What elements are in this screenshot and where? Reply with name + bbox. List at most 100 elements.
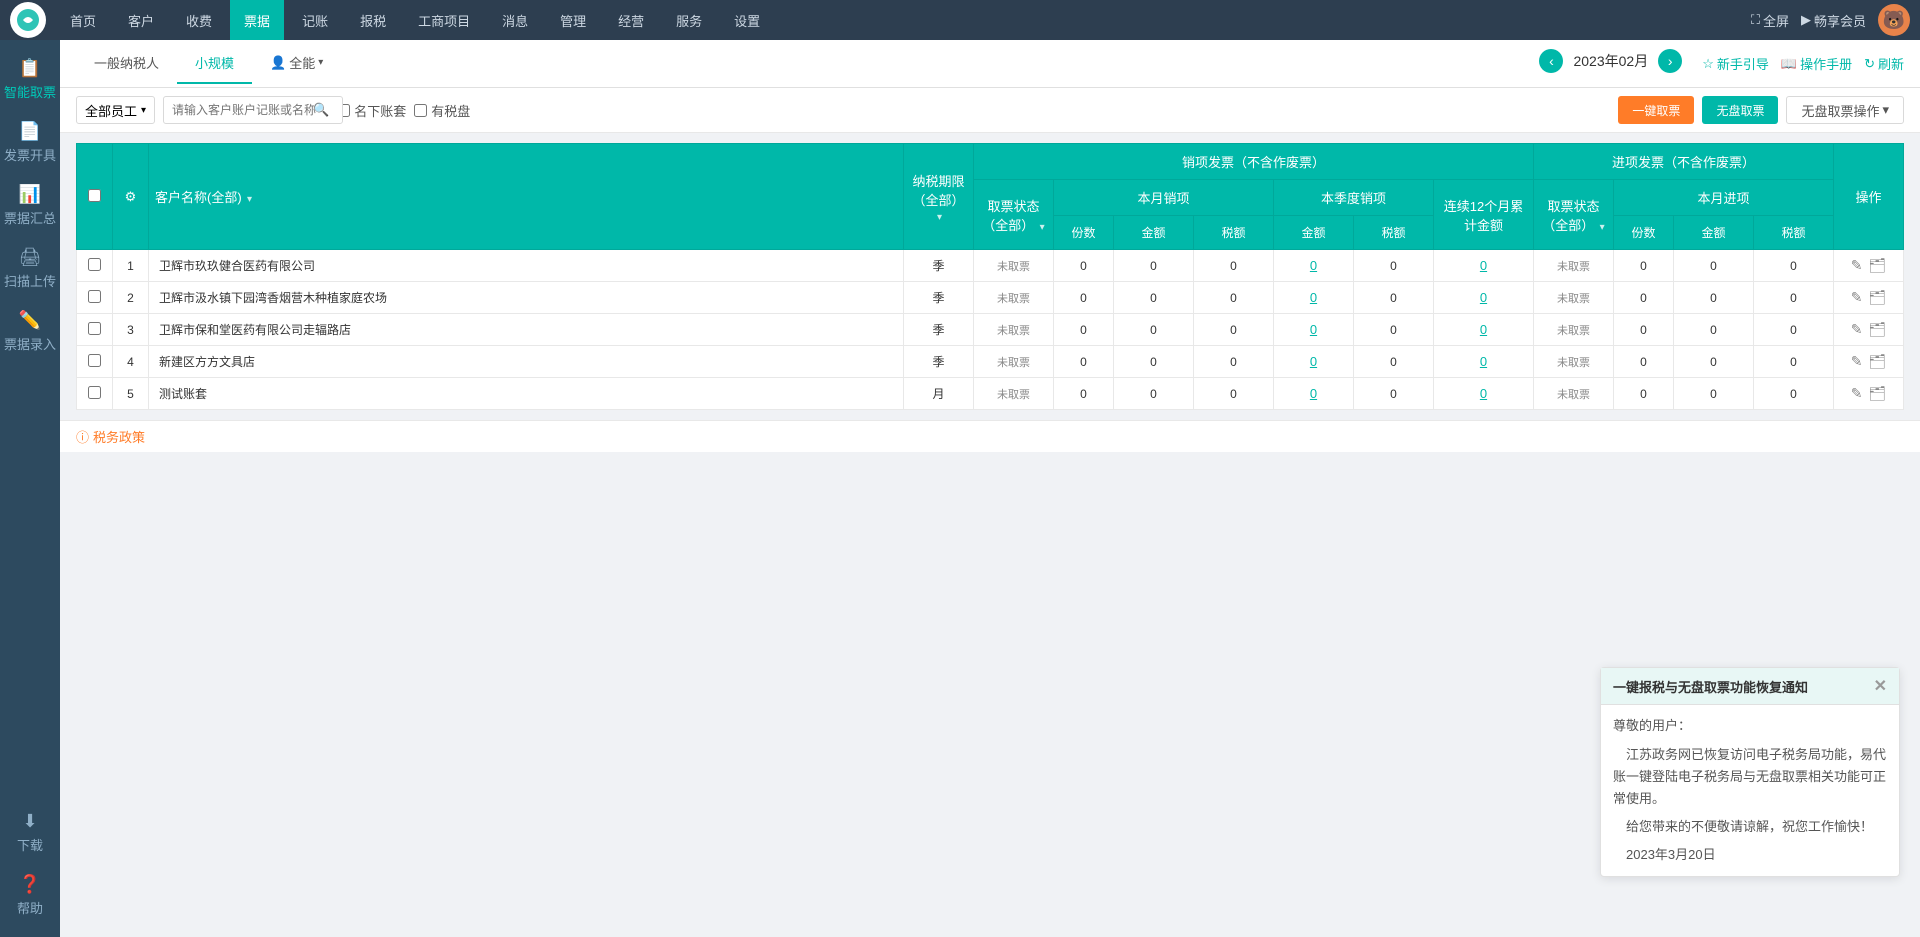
select-all-checkbox[interactable] [88, 189, 101, 202]
employee-filter[interactable]: 全部员工 ▾ [76, 96, 155, 124]
notification-header: 一键报税与无盘取票功能恢复通知 ✕ [1601, 668, 1899, 705]
view-icon[interactable]: 🗂 [1868, 385, 1886, 402]
th-name-filter[interactable]: ▾ [247, 194, 252, 205]
info-icon: ⓘ [76, 427, 89, 446]
row-action: ✎ 🗂 [1834, 314, 1904, 346]
row-name: 卫辉市玖玖健合医药有限公司 [149, 250, 904, 282]
nav-bookkeeping[interactable]: 记账 [288, 0, 342, 40]
row-purchase-monthly-num: 0 [1614, 250, 1674, 282]
sidebar-download[interactable]: ⬇ 下载 [17, 801, 43, 864]
row-action: ✎ 🗂 [1834, 282, 1904, 314]
row-sales-qtr-tax: 0 [1354, 282, 1434, 314]
nav-customer[interactable]: 客户 [114, 0, 168, 40]
row-sales-status: 未取票 [974, 346, 1054, 378]
tax-policy-link[interactable]: ⓘ 税务政策 [76, 427, 145, 446]
vip-btn[interactable]: ▶ 畅享会员 [1801, 11, 1866, 30]
edit-icon[interactable]: ✎ [1851, 289, 1863, 306]
diskless-op-label: 无盘取票操作 [1801, 101, 1879, 120]
user-avatar[interactable]: 🐻 [1878, 4, 1910, 36]
row-sales-cum: 0 [1434, 250, 1534, 282]
nav-billing[interactable]: 收费 [172, 0, 226, 40]
edit-icon[interactable]: ✎ [1851, 385, 1863, 402]
next-period-btn[interactable]: › [1658, 49, 1682, 73]
nav-message[interactable]: 消息 [488, 0, 542, 40]
row-sales-qtr-tax: 0 [1354, 378, 1434, 410]
sidebar-help[interactable]: ❓ 帮助 [17, 864, 43, 927]
row-period: 季 [904, 346, 974, 378]
view-icon[interactable]: 🗂 [1868, 289, 1886, 306]
nav-business[interactable]: 工商项目 [404, 0, 484, 40]
th-monthly-sales: 本月销项 [1054, 180, 1274, 216]
edit-icon[interactable]: ✎ [1851, 353, 1863, 370]
row-checkbox[interactable] [88, 322, 101, 335]
guide-label: 新手引导 [1717, 54, 1769, 73]
th-purchase-status-filter[interactable]: ▾ [1600, 222, 1605, 233]
table-body: 1 卫辉市玖玖健合医药有限公司 季 未取票 0 0 0 0 0 0 未取票 0 … [77, 250, 1904, 410]
nav-invoice[interactable]: 票据 [230, 0, 284, 40]
row-purchase-status: 未取票 [1534, 282, 1614, 314]
manual-icon: 📖 [1781, 56, 1797, 72]
nav-home[interactable]: 首页 [56, 0, 110, 40]
row-purchase-status: 未取票 [1534, 346, 1614, 378]
nav-service[interactable]: 服务 [662, 0, 716, 40]
tax-disk-checkbox-label[interactable]: 有税盘 [414, 101, 470, 120]
guide-btn[interactable]: ☆ 新手引导 [1702, 54, 1769, 73]
nav-manage[interactable]: 管理 [546, 0, 600, 40]
row-checkbox[interactable] [88, 354, 101, 367]
th-purchase-group: 进项发票（不含作废票） [1534, 144, 1834, 180]
logo[interactable] [10, 2, 46, 38]
notification-close-btn[interactable]: ✕ [1874, 676, 1887, 696]
fullscreen-label: 全屏 [1763, 11, 1789, 30]
nav-tax[interactable]: 报税 [346, 0, 400, 40]
th-settings: ⚙ [113, 144, 149, 250]
tab-small-scale[interactable]: 小规模 [177, 44, 252, 84]
summary-icon: 📊 [19, 184, 41, 205]
view-icon[interactable]: 🗂 [1868, 321, 1886, 338]
row-name: 卫辉市保和堂医药有限公司走辐路店 [149, 314, 904, 346]
manual-btn[interactable]: 📖 操作手册 [1781, 54, 1852, 73]
row-sales-cum: 0 [1434, 378, 1534, 410]
diskless-operation-btn[interactable]: 无盘取票操作 ▾ [1786, 96, 1904, 124]
refresh-btn[interactable]: ↻ 刷新 [1864, 54, 1904, 73]
tab-general-taxpayer[interactable]: 一般纳税人 [76, 44, 177, 84]
view-icon[interactable]: 🗂 [1868, 257, 1886, 274]
row-sales-monthly-num: 0 [1054, 378, 1114, 410]
row-sales-status: 未取票 [974, 282, 1054, 314]
sidebar-item-scan[interactable]: 🖨 扫描上传 [0, 237, 60, 300]
row-sales-monthly-tax: 0 [1194, 378, 1274, 410]
th-checkbox [77, 144, 113, 250]
diskless-ticket-btn[interactable]: 无盘取票 [1702, 96, 1778, 124]
sidebar-item-entry[interactable]: ✏️ 票据录入 [0, 300, 60, 363]
sidebar-item-invoice[interactable]: 📄 发票开具 [0, 111, 60, 174]
row-checkbox[interactable] [88, 258, 101, 271]
employee-filter-chevron: ▾ [141, 105, 146, 116]
sidebar-item-smart-ticket[interactable]: 📋 智能取票 [0, 48, 60, 111]
row-sales-monthly-amt: 0 [1114, 346, 1194, 378]
sidebar-item-summary[interactable]: 📊 票据汇总 [0, 174, 60, 237]
nav-settings[interactable]: 设置 [720, 0, 774, 40]
view-icon[interactable]: 🗂 [1868, 353, 1886, 370]
th-sales-status: 取票状态（全部） ▾ [974, 180, 1054, 250]
row-checkbox[interactable] [88, 290, 101, 303]
tab-all[interactable]: 👤 全能 ▾ [252, 44, 341, 84]
search-button[interactable]: 🔍 [313, 102, 329, 118]
tab-all-chevron: ▾ [318, 57, 323, 68]
tax-disk-checkbox[interactable] [414, 104, 427, 117]
nav-business2[interactable]: 经营 [604, 0, 658, 40]
row-checkbox-cell [77, 346, 113, 378]
prev-period-btn[interactable]: ‹ [1539, 49, 1563, 73]
edit-icon[interactable]: ✎ [1851, 321, 1863, 338]
edit-icon[interactable]: ✎ [1851, 257, 1863, 274]
one-click-ticket-btn[interactable]: 一键取票 [1618, 96, 1694, 124]
fullscreen-btn[interactable]: ⛶ 全屏 [1751, 11, 1789, 30]
settings-icon[interactable]: ⚙ [125, 189, 137, 204]
help-icon: ❓ [19, 874, 41, 895]
th-period-filter[interactable]: ▾ [937, 212, 942, 223]
my-account-checkbox-label[interactable]: 名下账套 [337, 101, 406, 120]
th-sales-status-filter[interactable]: ▾ [1040, 222, 1045, 233]
row-sales-qtr-tax: 0 [1354, 250, 1434, 282]
filter-group: 全部员工 ▾ 🔍 名下账套 有税盘 [76, 96, 470, 124]
row-sales-monthly-amt: 0 [1114, 378, 1194, 410]
row-checkbox[interactable] [88, 386, 101, 399]
th-period: 纳税期限（全部） ▾ [904, 144, 974, 250]
